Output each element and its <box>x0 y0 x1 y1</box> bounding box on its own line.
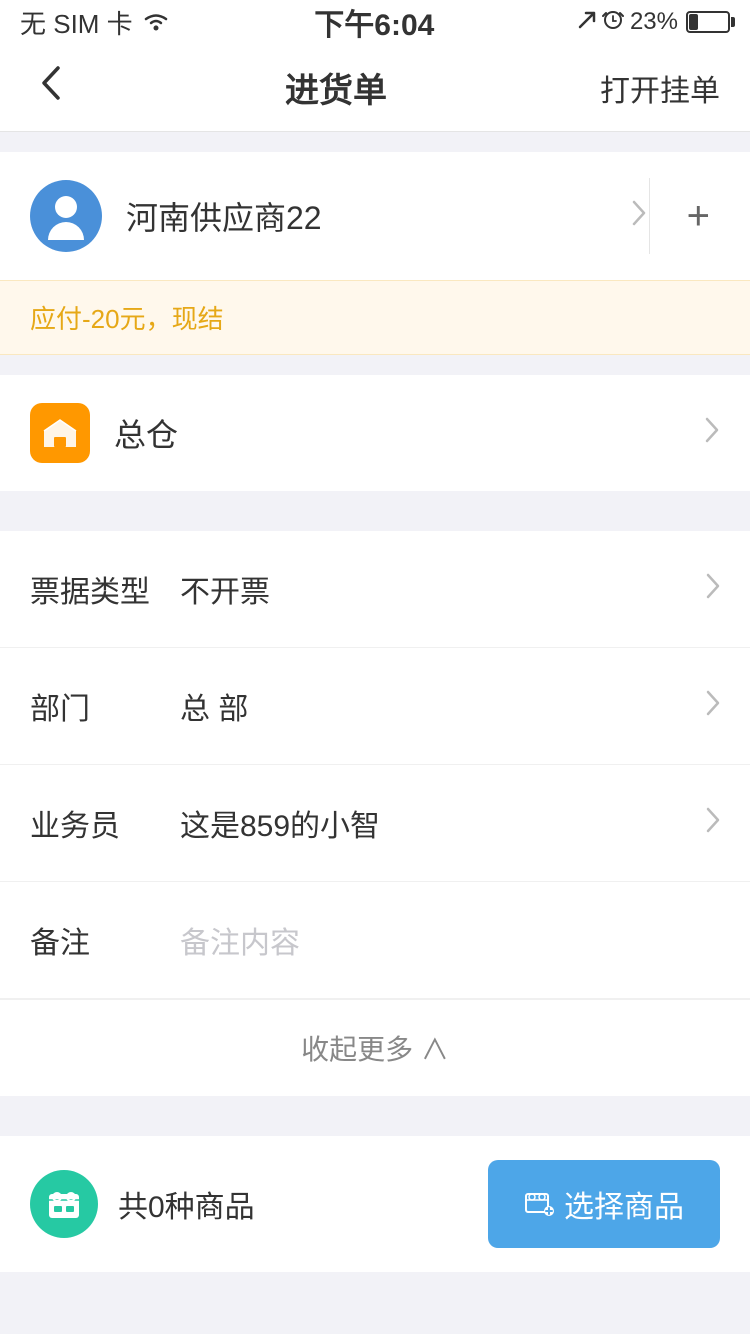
warehouse-name: 总仓 <box>114 410 704 456</box>
page-title: 进货单 <box>285 63 387 112</box>
salesperson-value: 这是859的小智 <box>180 801 706 845</box>
alert-text: 应付-20元，现结 <box>30 304 224 334</box>
section-gap-3 <box>0 491 750 511</box>
location-icon <box>578 8 596 36</box>
invoice-type-value: 不开票 <box>180 567 706 611</box>
department-chevron-icon <box>706 690 720 723</box>
supplier-row[interactable]: 河南供应商22 + <box>0 152 750 280</box>
section-gap-2 <box>0 355 750 375</box>
status-time: 下午6:04 <box>314 0 434 44</box>
nav-bar: 进货单 打开挂单 <box>0 44 750 132</box>
supplier-name: 河南供应商22 <box>126 193 631 239</box>
invoice-type-chevron-icon <box>706 573 720 606</box>
salesperson-row[interactable]: 业务员 这是859的小智 <box>0 765 750 882</box>
collapse-row[interactable]: 收起更多 ∧ <box>0 999 750 1096</box>
form-section: 票据类型 不开票 部门 总 部 业务员 这是859的小智 <box>0 531 750 1096</box>
department-row[interactable]: 部门 总 部 <box>0 648 750 765</box>
supplier-divider <box>649 178 650 255</box>
sim-label: 无 SIM 卡 <box>20 4 133 41</box>
alert-banner: 应付-20元，现结 <box>0 280 750 355</box>
warehouse-section: 总仓 <box>0 375 750 491</box>
invoice-type-label: 票据类型 <box>30 567 180 611</box>
warehouse-chevron-icon <box>704 416 720 451</box>
select-product-button[interactable]: 选择商品 <box>488 1160 720 1248</box>
battery-percent: 23% <box>630 8 678 36</box>
select-product-label: 选择商品 <box>564 1182 684 1226</box>
collapse-text: 收起更多 ∧ <box>301 1034 449 1065</box>
bottom-bar: 共0种商品 选择商品 <box>0 1136 750 1272</box>
salesperson-chevron-icon <box>706 807 720 840</box>
supplier-section: 河南供应商22 + 应付-20元，现结 <box>0 152 750 355</box>
add-supplier-button[interactable]: + <box>677 194 720 239</box>
supplier-chevron-icon <box>631 199 647 234</box>
department-value: 总 部 <box>180 684 706 728</box>
supplier-avatar <box>30 180 102 252</box>
remark-row[interactable]: 备注 备注内容 <box>0 882 750 999</box>
open-pending-button[interactable]: 打开挂单 <box>600 66 720 110</box>
avatar-person-icon <box>46 196 86 236</box>
wifi-icon <box>141 7 171 38</box>
product-count: 共0种商品 <box>118 1182 468 1226</box>
battery-icon <box>686 11 730 33</box>
warehouse-row[interactable]: 总仓 <box>0 375 750 491</box>
salesperson-label: 业务员 <box>30 801 180 845</box>
status-left: 无 SIM 卡 <box>20 4 171 41</box>
product-icon-wrap <box>30 1170 98 1238</box>
status-bar: 无 SIM 卡 下午6:04 <box>0 0 750 44</box>
status-right: 23% <box>578 8 730 37</box>
section-gap-1 <box>0 132 750 152</box>
remark-label: 备注 <box>30 918 180 962</box>
invoice-type-row[interactable]: 票据类型 不开票 <box>0 531 750 648</box>
department-label: 部门 <box>30 684 180 728</box>
back-button[interactable] <box>30 54 72 121</box>
section-gap-4 <box>0 1096 750 1116</box>
remark-input[interactable]: 备注内容 <box>180 918 720 962</box>
alarm-icon <box>602 8 624 37</box>
warehouse-icon <box>30 403 90 463</box>
